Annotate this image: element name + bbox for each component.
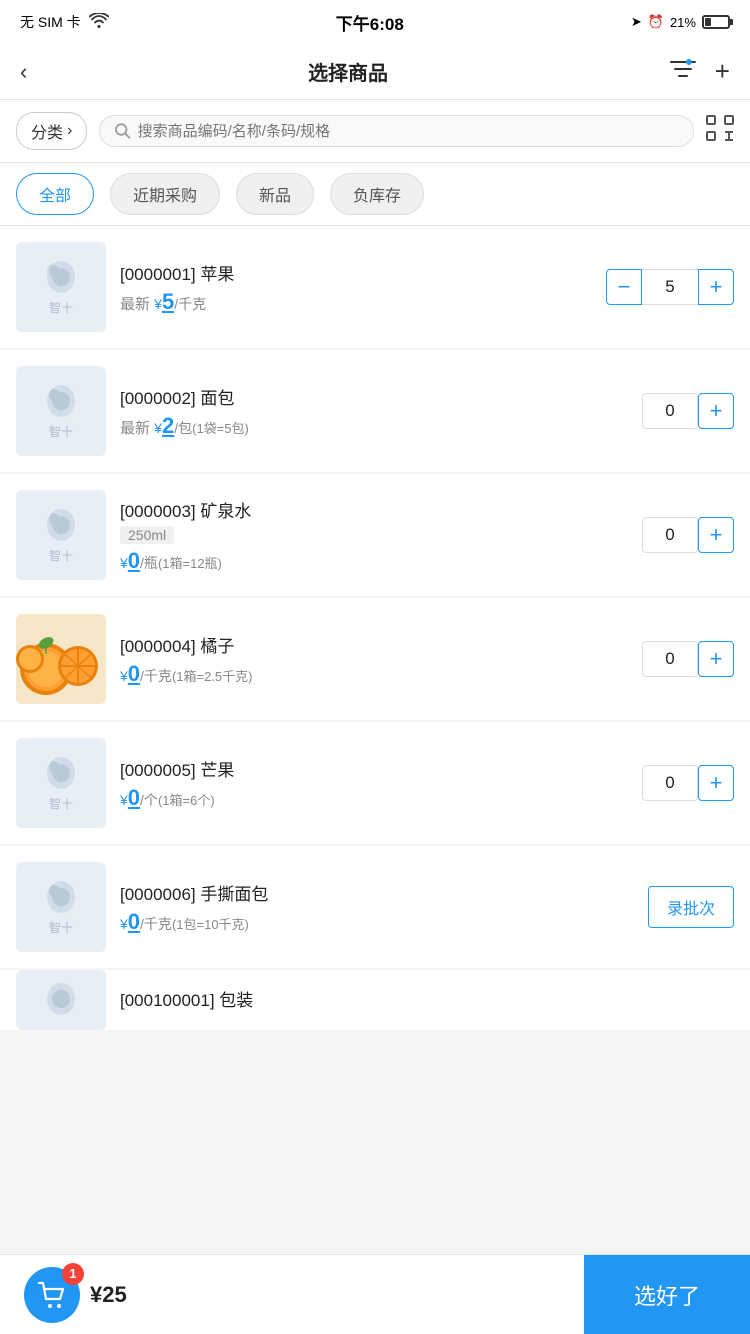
product-price-5: ¥0/个(1箱=6个) — [120, 785, 628, 811]
location-icon: ➤ — [631, 14, 642, 30]
product-image-2: 智十 — [16, 366, 106, 456]
product-image-1: 智十 — [16, 242, 106, 332]
product-price-1: 最新 ¥5/千克 — [120, 289, 592, 315]
product-name-7: [000100001] 包装 — [120, 986, 734, 1011]
plus-button-5[interactable]: + — [698, 765, 734, 801]
category-button[interactable]: 分类 › — [16, 112, 87, 150]
status-left: 无 SIM 卡 — [20, 12, 109, 32]
product-name-4: [0000004] 橘子 — [120, 632, 628, 657]
product-info-3: [0000003] 矿泉水 250ml ¥0/瓶(1箱=12瓶) — [120, 497, 628, 574]
plus-button-1[interactable]: + — [698, 269, 734, 305]
nav-bar: ‹ 选择商品 + — [0, 44, 750, 100]
filter-icon[interactable] — [669, 58, 697, 86]
quantity-input-1[interactable] — [642, 269, 698, 305]
list-item: [0000004] 橘子 ¥0/千克(1箱=2.5千克) + — [0, 598, 750, 720]
quantity-input-3[interactable] — [642, 517, 698, 553]
product-price-3: ¥0/瓶(1箱=12瓶) — [120, 548, 628, 574]
list-item: 智十 [0000001] 苹果 最新 ¥5/千克 − + — [0, 226, 750, 348]
battery-icon — [702, 15, 730, 29]
product-info-1: [0000001] 苹果 最新 ¥5/千克 — [120, 260, 592, 315]
batch-button-6[interactable]: 录批次 — [648, 886, 734, 928]
product-image-3: 智十 — [16, 490, 106, 580]
wifi-icon — [89, 13, 109, 31]
search-icon — [114, 122, 131, 140]
scan-icon[interactable] — [706, 115, 734, 148]
alarm-icon: ⏰ — [648, 14, 664, 30]
back-button[interactable]: ‹ — [20, 59, 27, 85]
product-image-4 — [16, 614, 106, 704]
product-image-6: 智十 — [16, 862, 106, 952]
brand-text: 智十 — [49, 919, 73, 936]
brand-text: 智十 — [49, 795, 73, 812]
search-bar[interactable] — [99, 115, 694, 147]
cart-total: ¥25 — [90, 1282, 127, 1308]
product-price-4: ¥0/千克(1箱=2.5千克) — [120, 661, 628, 687]
minus-button-1[interactable]: − — [606, 269, 642, 305]
product-name-2: [0000002] 面包 — [120, 384, 628, 409]
battery-percent: 21% — [670, 15, 696, 30]
plus-button-4[interactable]: + — [698, 641, 734, 677]
brand-text: 智十 — [49, 423, 73, 440]
product-name-1: [0000001] 苹果 — [120, 260, 592, 285]
product-info-2: [0000002] 面包 最新 ¥2/包(1袋=5包) — [120, 384, 628, 439]
quantity-input-2[interactable] — [642, 393, 698, 429]
product-info-5: [0000005] 芒果 ¥0/个(1箱=6个) — [120, 756, 628, 811]
quantity-input-5[interactable] — [642, 765, 698, 801]
quantity-control-2: + — [642, 393, 734, 429]
status-time: 下午6:08 — [336, 10, 404, 35]
plus-button-2[interactable]: + — [698, 393, 734, 429]
status-right: ➤ ⏰ 21% — [631, 14, 730, 30]
cart-section: 1 ¥25 — [0, 1267, 584, 1323]
confirm-button[interactable]: 选好了 — [584, 1255, 750, 1334]
list-item: [000100001] 包装 — [0, 970, 750, 1030]
toolbar: 分类 › — [0, 100, 750, 163]
tab-new[interactable]: 新品 — [236, 173, 314, 215]
quantity-control-3: + — [642, 517, 734, 553]
filter-tabs: 全部 近期采购 新品 负库存 — [0, 163, 750, 226]
plus-button-3[interactable]: + — [698, 517, 734, 553]
list-item: 智十 [0000002] 面包 最新 ¥2/包(1袋=5包) + — [0, 350, 750, 472]
quantity-control-4: + — [642, 641, 734, 677]
status-bar: 无 SIM 卡 下午6:08 ➤ ⏰ 21% — [0, 0, 750, 44]
product-price-2: 最新 ¥2/包(1袋=5包) — [120, 413, 628, 439]
list-item: 智十 [0000006] 手撕面包 ¥0/千克(1包=10千克) 录批次 — [0, 846, 750, 968]
add-button[interactable]: + — [715, 56, 730, 87]
brand-text: 智十 — [49, 299, 73, 316]
product-image-5: 智十 — [16, 738, 106, 828]
product-info-4: [0000004] 橘子 ¥0/千克(1箱=2.5千克) — [120, 632, 628, 687]
quantity-control-5: + — [642, 765, 734, 801]
product-list: 智十 [0000001] 苹果 最新 ¥5/千克 − + 智十 — [0, 226, 750, 1030]
category-label: 分类 — [31, 119, 63, 143]
product-name-6: [0000006] 手撕面包 — [120, 880, 634, 905]
tab-negative[interactable]: 负库存 — [330, 173, 424, 215]
product-name-5: [0000005] 芒果 — [120, 756, 628, 781]
category-arrow-icon: › — [67, 122, 72, 140]
bottom-bar: 1 ¥25 选好了 — [0, 1254, 750, 1334]
brand-text: 智十 — [49, 547, 73, 564]
tab-recent[interactable]: 近期采购 — [110, 173, 220, 215]
quantity-input-4[interactable] — [642, 641, 698, 677]
list-item: 智十 [0000005] 芒果 ¥0/个(1箱=6个) + — [0, 722, 750, 844]
cart-badge: 1 — [62, 1263, 84, 1285]
search-input[interactable] — [138, 123, 679, 140]
product-name-3: [0000003] 矿泉水 — [120, 497, 628, 522]
list-item: 智十 [0000003] 矿泉水 250ml ¥0/瓶(1箱=12瓶) + — [0, 474, 750, 596]
product-info-7: [000100001] 包装 — [120, 986, 734, 1015]
sim-status: 无 SIM 卡 — [20, 12, 81, 32]
product-info-6: [0000006] 手撕面包 ¥0/千克(1包=10千克) — [120, 880, 634, 935]
product-price-6: ¥0/千克(1包=10千克) — [120, 909, 634, 935]
page-title: 选择商品 — [308, 57, 388, 86]
tab-all[interactable]: 全部 — [16, 173, 94, 215]
quantity-control-1: − + — [606, 269, 734, 305]
cart-button[interactable]: 1 — [24, 1267, 80, 1323]
cart-icon — [37, 1281, 67, 1309]
product-spec-3: 250ml — [120, 526, 174, 544]
product-image-7 — [16, 970, 106, 1030]
nav-actions: + — [669, 56, 730, 87]
